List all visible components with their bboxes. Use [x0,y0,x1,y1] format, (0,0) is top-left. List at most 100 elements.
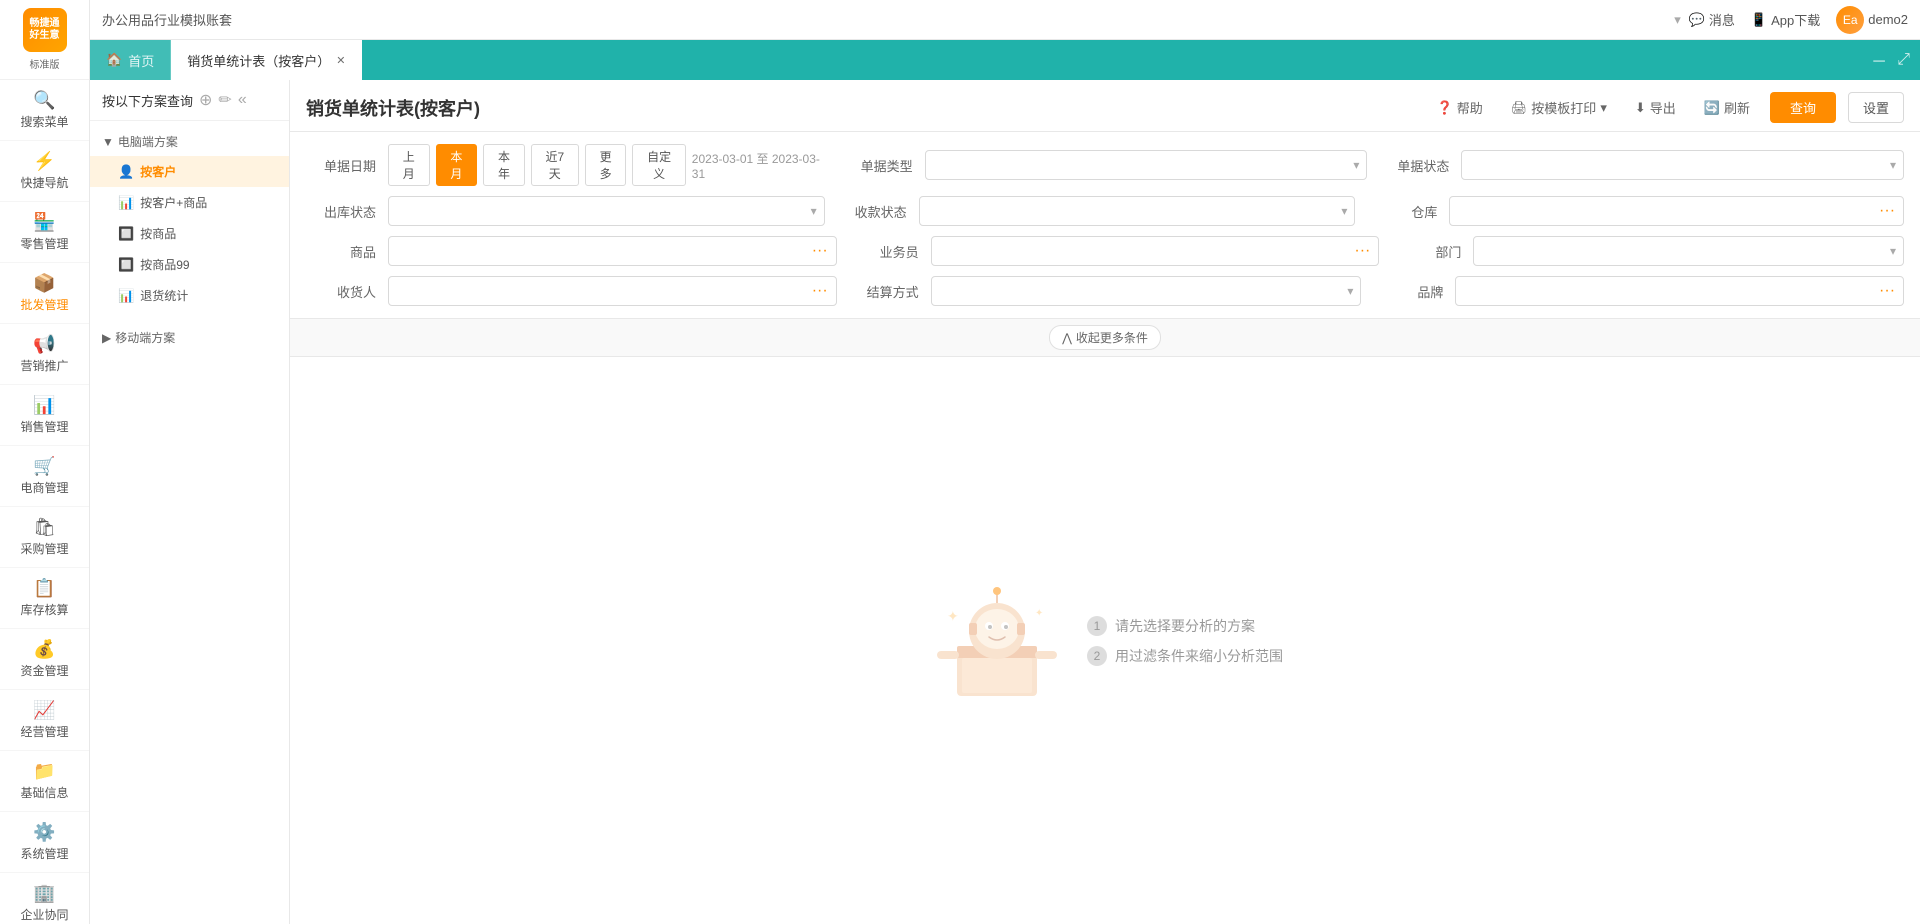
query-panel: 按以下方案查询 ⊕ ✏ « ▼ 电脑端方案 👤 按客户 📊 按客户+商品 [90,80,290,924]
sidebar-item-inventory[interactable]: 📋 库存核算 [0,568,89,629]
empty-tip-2: 2 用过滤条件来缩小分析范围 [1087,646,1283,666]
status-select-wrapper [1461,150,1904,180]
plan-group-mobile: ▶ 移动端方案 [90,317,289,358]
plan-item-product99[interactable]: 🔲 按商品99 [90,249,289,280]
export-btn[interactable]: ⬇ 导出 [1627,94,1684,121]
date-range-text: 2023-03-01 至 2023-03-31 [692,150,831,181]
tab-home[interactable]: 🏠 首页 [90,40,171,80]
collapse-label: 收起更多条件 [1076,329,1148,346]
refresh-btn[interactable]: 🔄 刷新 [1696,94,1758,121]
sidebar-item-marketing[interactable]: 📢 营销推广 [0,324,89,385]
date-this-month-btn[interactable]: 本月 [436,144,478,186]
purchase-icon: 🛍 [4,517,85,538]
plan-item-customer[interactable]: 👤 按客户 [90,156,289,187]
expand-icon: ▼ [102,135,114,149]
sidebar-item-label-wholesale: 批发管理 [4,296,85,313]
collapse-panel-btn[interactable]: « [238,91,247,109]
topbar: 办公用品行业模拟账套 ▾ 💬 消息 📱 App下载 Ea demo2 [90,0,1920,40]
receive-status-select[interactable] [919,196,1356,226]
receiver-dots-btn[interactable]: ··· [812,282,828,300]
topbar-dropdown-icon[interactable]: ▾ [1674,12,1681,28]
sidebar-item-enterprise[interactable]: 🏢 企业协同 [0,873,89,924]
query-button[interactable]: 查询 [1770,92,1836,123]
plan-group-desktop-title[interactable]: ▼ 电脑端方案 [90,127,289,156]
filter-area: 单据日期 上月 本月 本年 近7天 更多 自定义 2023-03-01 至 20… [290,132,1920,319]
tip-num-1: 1 [1087,616,1107,636]
sidebar-item-search[interactable]: 🔍 搜索菜单 [0,80,89,141]
sidebar-item-system[interactable]: ⚙️ 系统管理 [0,812,89,873]
sidebar-item-basic[interactable]: 📁 基础信息 [0,751,89,812]
product-label: 商品 [306,242,376,261]
tab-minimize-btn[interactable]: － [1871,48,1887,72]
sidebar-item-label-ecommerce: 电商管理 [4,479,85,496]
salesman-dots-btn[interactable]: ··· [1354,242,1370,260]
tab-close-btn[interactable]: ✕ [336,54,345,67]
tab-sales-report[interactable]: 销货单统计表（按客户） ✕ [171,40,362,80]
tab-home-label: 首页 [128,51,154,70]
sidebar-item-label-search: 搜索菜单 [4,113,85,130]
logo-text: 畅捷通好生意 [30,18,60,42]
sidebar-item-retail[interactable]: 🏪 零售管理 [0,202,89,263]
filter-row-4: 收货人 ··· 结算方式 品牌 ··· [306,276,1904,306]
warehouse-input[interactable] [1458,204,1875,219]
plan-item-customer-product[interactable]: 📊 按客户+商品 [90,187,289,218]
tip-text-1: 请先选择要分析的方案 [1115,616,1255,636]
add-plan-btn[interactable]: ⊕ [199,90,212,110]
department-select[interactable] [1473,236,1904,266]
brand-dots-btn[interactable]: ··· [1879,282,1895,300]
logo-box: 畅捷通好生意 [23,8,67,52]
tabbar: 🏠 首页 销货单统计表（按客户） ✕ － ⤢ [90,40,1920,80]
customer-plan-icon: 👤 [118,164,134,180]
app-download-label: App下载 [1771,10,1820,29]
empty-illustration: ✦ ✦ [927,571,1067,711]
app-download-btn[interactable]: 📱 App下载 [1751,10,1820,29]
product-input[interactable] [397,244,808,259]
receiver-input-wrapper: ··· [388,276,837,306]
date-7days-btn[interactable]: 近7天 [531,144,579,186]
settlement-select-wrapper [931,276,1362,306]
marketing-icon: 📢 [4,334,85,355]
sidebar-item-quick[interactable]: ⚡ 快捷导航 [0,141,89,202]
plan-item-customer-label: 按客户 [140,163,176,180]
plan-item-product-label: 按商品 [140,225,176,242]
user-avatar-btn[interactable]: Ea demo2 [1836,6,1908,34]
type-select[interactable] [925,150,1368,180]
date-custom-btn[interactable]: 自定义 [632,144,685,186]
print-label: 按模板打印 [1531,98,1596,117]
page-content: 按以下方案查询 ⊕ ✏ « ▼ 电脑端方案 👤 按客户 📊 按客户+商品 [90,80,1920,924]
sidebar-item-ecommerce[interactable]: 🛒 电商管理 [0,446,89,507]
sidebar-item-operation[interactable]: 📈 经营管理 [0,690,89,751]
tab-maximize-btn[interactable]: ⤢ [1897,51,1910,69]
plan-group-mobile-title[interactable]: ▶ 移动端方案 [90,323,289,352]
date-control: 上月 本月 本年 近7天 更多 自定义 2023-03-01 至 2023-03… [388,144,831,186]
date-more-btn[interactable]: 更多 [585,144,627,186]
sidebar-item-purchase[interactable]: 🛍 采购管理 [0,507,89,568]
receiver-input[interactable] [397,284,808,299]
topbar-title: 办公用品行业模拟账套 [102,10,1666,29]
sidebar-item-finance[interactable]: 💰 资金管理 [0,629,89,690]
plan-item-product[interactable]: 🔲 按商品 [90,218,289,249]
salesman-input[interactable] [940,244,1351,259]
warehouse-dots-btn[interactable]: ··· [1879,202,1895,220]
message-btn[interactable]: 💬 消息 [1689,10,1735,29]
collapse-btn[interactable]: ⋀ 收起更多条件 [1049,325,1161,350]
home-icon: 🏠 [106,52,122,68]
out-status-select[interactable] [388,196,825,226]
status-select[interactable] [1461,150,1904,180]
plan-item-return[interactable]: 📊 退货统计 [90,280,289,311]
product-dots-btn[interactable]: ··· [812,242,828,260]
sidebar-item-wholesale[interactable]: 📦 批发管理 [0,263,89,324]
setting-button[interactable]: 设置 [1848,92,1904,123]
warehouse-label: 仓库 [1367,202,1437,221]
sidebar-item-sales[interactable]: 📊 销售管理 [0,385,89,446]
print-btn[interactable]: 🖨 按模板打印 ▾ [1503,94,1615,121]
help-icon: ❓ [1437,100,1453,116]
brand-input[interactable] [1464,284,1875,299]
date-last-month-btn[interactable]: 上月 [388,144,430,186]
help-btn[interactable]: ❓ 帮助 [1429,94,1491,121]
settlement-select[interactable] [931,276,1362,306]
sidebar: 畅捷通好生意 标准版 🔍 搜索菜单 ⚡ 快捷导航 🏪 零售管理 📦 批发管理 📢… [0,0,90,924]
filter-row-3: 商品 ··· 业务员 ··· 部门 [306,236,1904,266]
edit-plan-btn[interactable]: ✏ [218,90,231,110]
date-this-year-btn[interactable]: 本年 [483,144,525,186]
